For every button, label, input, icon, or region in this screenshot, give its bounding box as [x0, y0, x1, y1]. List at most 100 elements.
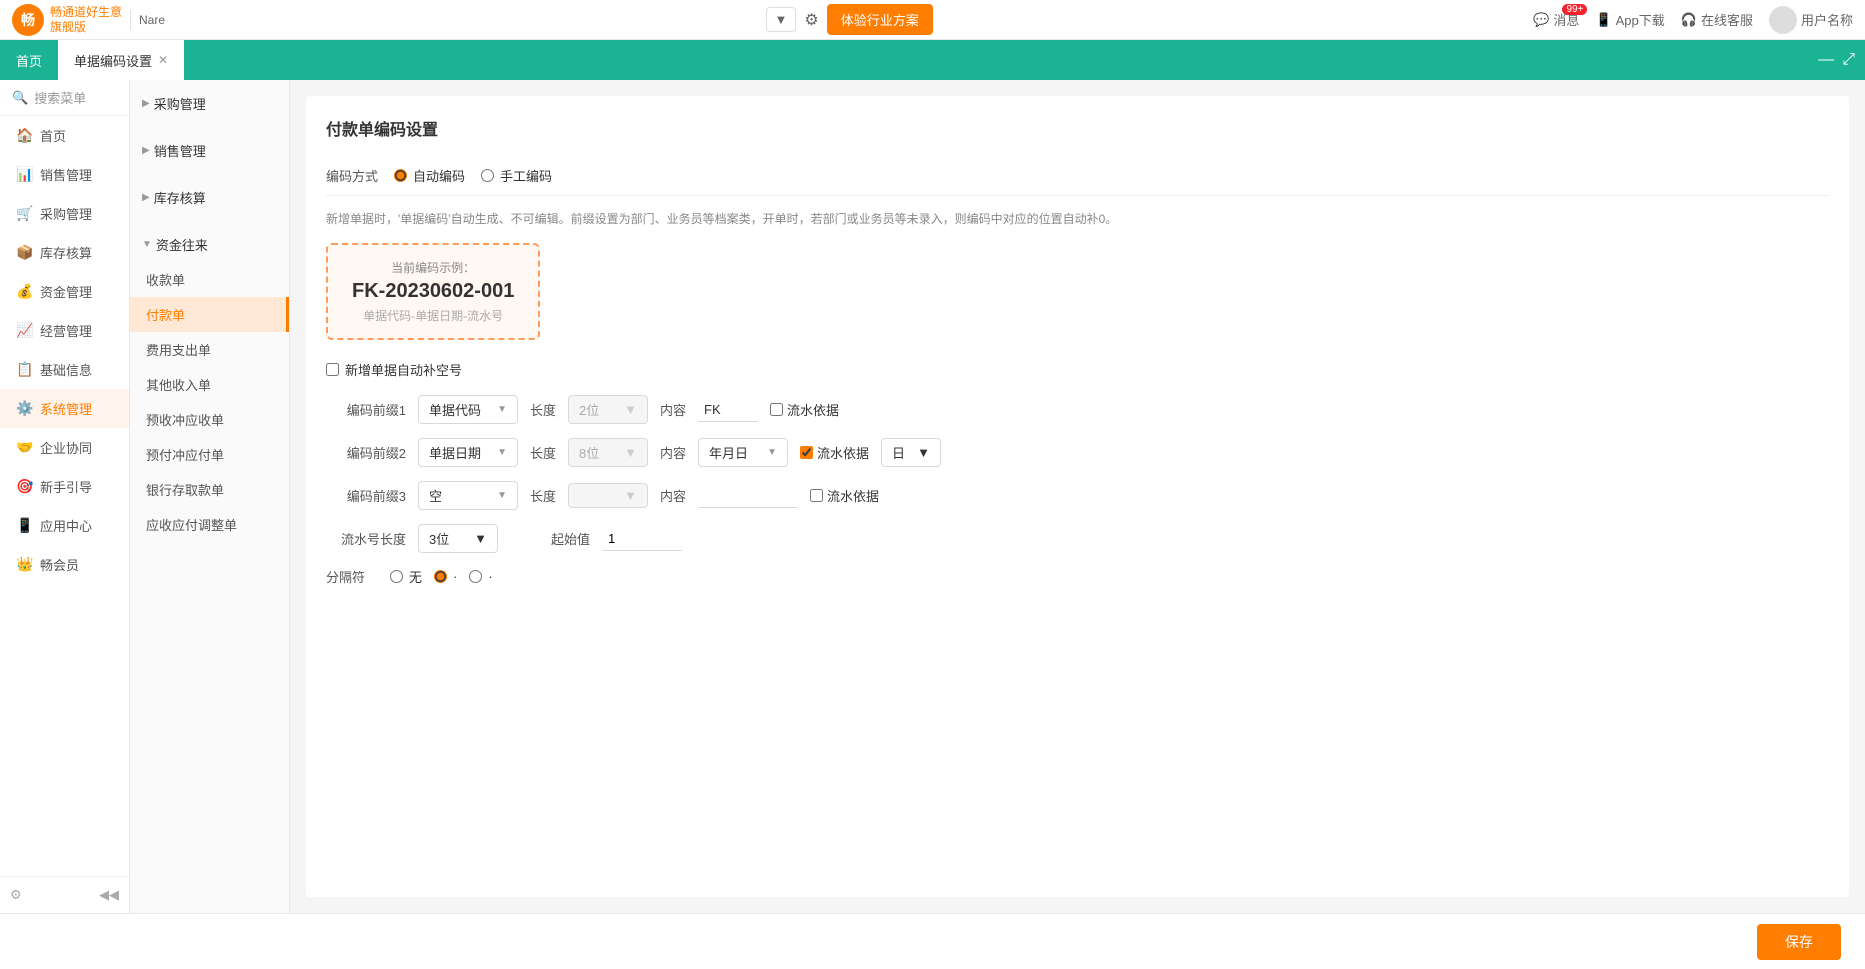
- prefix1-arrow-icon: ▼: [497, 404, 507, 415]
- basic-info-icon: 📋: [16, 361, 32, 378]
- service-icon: 🎧: [1681, 12, 1697, 28]
- online-service-button[interactable]: 🎧 在线客服: [1681, 10, 1753, 29]
- serial-length-arrow-icon: ▼: [474, 531, 487, 546]
- sep-label: 分隔符: [326, 567, 376, 586]
- sec-item-prepay-recv[interactable]: 预收冲应收单: [130, 402, 289, 437]
- manual-coding-radio[interactable]: 手工编码: [481, 166, 552, 185]
- sidebar-item-cooperation[interactable]: 🤝 企业协同: [0, 428, 129, 467]
- code-preview-label: 当前编码示例：: [352, 259, 514, 276]
- prefix1-select[interactable]: 单据代码 ▼: [418, 395, 518, 424]
- tab-encoding-settings[interactable]: 单据编码设置 ✕: [58, 40, 184, 80]
- serial1-checkbox-item[interactable]: 流水依据: [770, 400, 839, 419]
- prefix2-row: 编码前缀2 单据日期 ▼ 长度 8位 ▼ 内容 年月日 ▼ 流水依据: [326, 438, 1829, 467]
- home-icon: 🏠: [16, 127, 32, 144]
- sidebar-item-guide[interactable]: 🎯 新手引导: [0, 467, 129, 506]
- sec-group-inventory-title[interactable]: ▶ 库存核算: [130, 180, 289, 215]
- sec-group-finance-title[interactable]: ▼ 资金往来: [130, 227, 289, 262]
- user-info[interactable]: 用户名称: [1769, 6, 1853, 34]
- serial2-checkbox-item[interactable]: 流水依据: [800, 443, 869, 462]
- sec-item-expense[interactable]: 费用支出单: [130, 332, 289, 367]
- tab-home[interactable]: 首页: [0, 40, 58, 80]
- trial-button[interactable]: 体验行业方案: [827, 4, 933, 35]
- day-select[interactable]: 日 ▼: [881, 438, 941, 467]
- sidebar-item-home[interactable]: 🏠 首页: [0, 116, 129, 155]
- prefix3-label: 编码前缀3: [326, 486, 406, 505]
- sidebar-item-sales[interactable]: 📊 销售管理: [0, 155, 129, 194]
- chevron-right-icon: ▶: [142, 98, 150, 109]
- nav-search-bar[interactable]: 🔍 搜索菜单: [0, 80, 129, 116]
- prefix2-arrow-icon: ▼: [497, 447, 507, 458]
- code-preview-desc: 单据代码-单据日期-流水号: [352, 307, 514, 324]
- sec-item-payment[interactable]: 付款单: [130, 297, 289, 332]
- app-icon: 📱: [1595, 12, 1611, 28]
- prefix2-select[interactable]: 单据日期 ▼: [418, 438, 518, 467]
- topbar: 畅 畅通道好生意 旗舰版 Nare ▼ ⚙ 体验行业方案 💬 消息 99+ 📱 …: [0, 0, 1865, 40]
- sec-group-purchase: ▶ 采购管理: [130, 80, 289, 127]
- sep-dot-radio[interactable]: ·: [434, 569, 457, 584]
- sep-none-radio[interactable]: 无: [390, 567, 422, 586]
- sec-group-sales-title[interactable]: ▶ 销售管理: [130, 133, 289, 168]
- prefix3-select[interactable]: 空 ▼: [418, 481, 518, 510]
- start-val-input[interactable]: [602, 527, 682, 551]
- length1-box: 2位 ▼: [568, 395, 648, 424]
- info-text: 新增单据时，'单据编码'自动生成、不可编辑。前缀设置为部门、业务员等档案类，开单…: [326, 210, 1829, 229]
- serial2-checkbox[interactable]: [800, 446, 813, 459]
- page-title: 付款单编码设置: [326, 116, 1829, 140]
- chevron-down-icon: ▼: [775, 12, 788, 27]
- tab-minimize-button[interactable]: —: [1818, 51, 1834, 69]
- content1-input[interactable]: [698, 398, 758, 422]
- message-icon: 💬: [1533, 12, 1549, 28]
- save-button[interactable]: 保存: [1757, 924, 1841, 960]
- sec-group-inventory: ▶ 库存核算: [130, 174, 289, 221]
- sidebar-item-member[interactable]: 👑 畅会员: [0, 545, 129, 584]
- sep-dash-radio[interactable]: ·: [469, 569, 492, 584]
- user-name: 用户名称: [1801, 10, 1853, 29]
- sidebar-collapse-icon[interactable]: ◀◀: [99, 887, 119, 903]
- prefix3-arrow-icon: ▼: [497, 490, 507, 501]
- settings-icon[interactable]: ⚙: [804, 10, 818, 30]
- messages-button[interactable]: 💬 消息 99+: [1533, 10, 1579, 29]
- length3-label: 长度: [530, 486, 556, 505]
- content2-select[interactable]: 年月日 ▼: [698, 438, 788, 467]
- sec-item-adjustment[interactable]: 应收应付调整单: [130, 507, 289, 542]
- topbar-dropdown[interactable]: ▼: [766, 7, 797, 32]
- sidebar-item-system[interactable]: ⚙️ 系统管理: [0, 389, 129, 428]
- finance-icon: 💰: [16, 283, 32, 300]
- serial3-checkbox[interactable]: [810, 489, 823, 502]
- sidebar-item-basic-info[interactable]: 📋 基础信息: [0, 350, 129, 389]
- sidebar-item-inventory[interactable]: 📦 库存核算: [0, 233, 129, 272]
- sidebar-item-finance[interactable]: 💰 资金管理: [0, 272, 129, 311]
- app-download-button[interactable]: 📱 App下载: [1595, 10, 1664, 29]
- guide-icon: 🎯: [16, 478, 32, 495]
- sec-item-bank[interactable]: 银行存取款单: [130, 472, 289, 507]
- auto-fill-checkbox[interactable]: [326, 363, 339, 376]
- sidebar-settings-icon[interactable]: ⚙: [10, 887, 22, 903]
- prefix3-row: 编码前缀3 空 ▼ 长度 ▼ 内容 流水依据: [326, 481, 1829, 510]
- sec-group-sales: ▶ 销售管理: [130, 127, 289, 174]
- sec-item-prepay-pay[interactable]: 预付冲应付单: [130, 437, 289, 472]
- tab-expand-button[interactable]: ⤢: [1842, 51, 1855, 69]
- auto-coding-radio[interactable]: 自动编码: [394, 166, 465, 185]
- tab-close-icon[interactable]: ✕: [158, 53, 168, 67]
- serial1-checkbox[interactable]: [770, 403, 783, 416]
- serial-length-label: 流水号长度: [326, 529, 406, 548]
- code-preview-box: 当前编码示例： FK-20230602-001 单据代码-单据日期-流水号: [326, 243, 540, 340]
- content3-label: 内容: [660, 486, 686, 505]
- system-icon: ⚙️: [16, 400, 32, 417]
- inventory-icon: 📦: [16, 244, 32, 261]
- prefix1-row: 编码前缀1 单据代码 ▼ 长度 2位 ▼ 内容 流水依据: [326, 395, 1829, 424]
- serial-length-select[interactable]: 3位 ▼: [418, 524, 498, 553]
- sec-group-purchase-title[interactable]: ▶ 采购管理: [130, 86, 289, 121]
- content3-input[interactable]: [698, 484, 798, 508]
- sec-item-other-income[interactable]: 其他收入单: [130, 367, 289, 402]
- topbar-left: 畅 畅通道好生意 旗舰版 Nare: [12, 4, 165, 36]
- sidebar-item-operation[interactable]: 📈 经营管理: [0, 311, 129, 350]
- length3-box: ▼: [568, 483, 648, 508]
- avatar: [1769, 6, 1797, 34]
- sec-item-receipt[interactable]: 收款单: [130, 262, 289, 297]
- serial3-checkbox-item[interactable]: 流水依据: [810, 486, 879, 505]
- sidebar-item-purchase[interactable]: 🛒 采购管理: [0, 194, 129, 233]
- company-name: Nare: [139, 13, 165, 27]
- purchase-icon: 🛒: [16, 205, 32, 222]
- sidebar-item-apps[interactable]: 📱 应用中心: [0, 506, 129, 545]
